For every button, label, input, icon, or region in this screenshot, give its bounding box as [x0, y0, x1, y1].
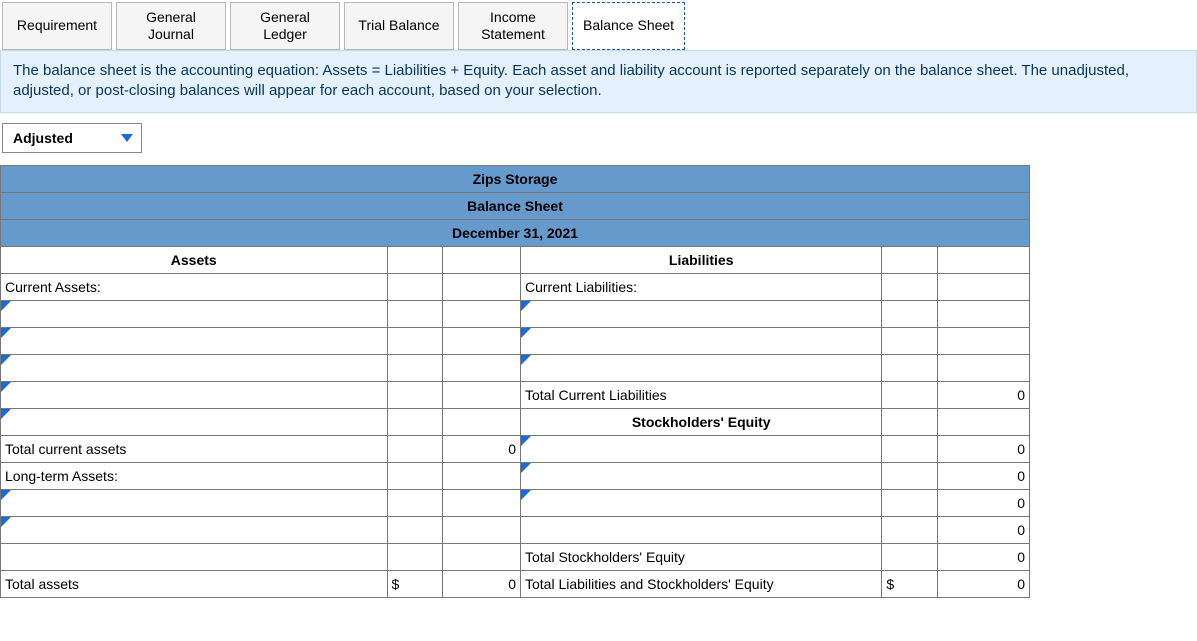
cell[interactable]: [442, 543, 520, 570]
cell[interactable]: [442, 273, 520, 300]
instruction-banner: The balance sheet is the accounting equa…: [0, 50, 1197, 113]
cell[interactable]: [882, 327, 937, 354]
asset-account-cell[interactable]: [1, 300, 388, 327]
cell[interactable]: [442, 327, 520, 354]
cell[interactable]: [937, 273, 1029, 300]
total-assets-value: 0: [442, 570, 520, 597]
total-assets-label: Total assets: [1, 570, 388, 597]
liability-account-cell[interactable]: [521, 300, 882, 327]
cell[interactable]: [387, 435, 442, 462]
cell[interactable]: [387, 408, 442, 435]
cell[interactable]: [882, 516, 937, 543]
cell[interactable]: [882, 435, 937, 462]
dropdown-selected: Adjusted: [13, 130, 73, 146]
cell[interactable]: [937, 300, 1029, 327]
se-account-cell[interactable]: [521, 489, 882, 516]
cell[interactable]: [882, 354, 937, 381]
sheet-company: Zips Storage: [1, 165, 1030, 192]
sheet-date: December 31, 2021: [1, 219, 1030, 246]
tab-label: Balance Sheet: [583, 17, 674, 35]
current-assets-label: Current Assets:: [1, 273, 388, 300]
total-se-label: Total Stockholders' Equity: [521, 543, 882, 570]
se-value: 0: [937, 462, 1029, 489]
currency-symbol: $: [387, 570, 442, 597]
total-current-liabilities-value: 0: [937, 381, 1029, 408]
cell[interactable]: [882, 273, 937, 300]
balance-sheet-table: Zips Storage Balance Sheet December 31, …: [0, 165, 1030, 598]
asset-account-cell[interactable]: [1, 327, 388, 354]
total-current-liabilities-label: Total Current Liabilities: [521, 381, 882, 408]
spacer: [387, 246, 442, 273]
tab-label: General Ledger: [260, 9, 310, 44]
cell[interactable]: [521, 516, 882, 543]
cell[interactable]: [387, 489, 442, 516]
se-value: 0: [937, 516, 1029, 543]
sheet-title: Balance Sheet: [1, 192, 1030, 219]
cell[interactable]: [387, 516, 442, 543]
cell[interactable]: [387, 543, 442, 570]
cell[interactable]: [442, 408, 520, 435]
spacer: [937, 246, 1029, 273]
chevron-down-icon: [121, 134, 133, 142]
cell[interactable]: [387, 327, 442, 354]
assets-heading: Assets: [1, 246, 388, 273]
asset-account-cell[interactable]: [1, 354, 388, 381]
se-value: 0: [937, 435, 1029, 462]
total-liab-se-label: Total Liabilities and Stockholders' Equi…: [521, 570, 882, 597]
cell[interactable]: [1, 543, 388, 570]
cell[interactable]: [442, 489, 520, 516]
cell[interactable]: [387, 354, 442, 381]
se-value: 0: [937, 489, 1029, 516]
total-current-assets-label: Total current assets: [1, 435, 388, 462]
spacer: [882, 246, 937, 273]
asset-account-cell[interactable]: [1, 381, 388, 408]
total-current-assets-value: 0: [442, 435, 520, 462]
cell[interactable]: [387, 381, 442, 408]
cell[interactable]: [387, 273, 442, 300]
cell[interactable]: [442, 300, 520, 327]
cell[interactable]: [442, 381, 520, 408]
tab-general-ledger[interactable]: General Ledger: [230, 2, 340, 50]
total-se-value: 0: [937, 543, 1029, 570]
cell[interactable]: [882, 462, 937, 489]
tab-label: Income Statement: [481, 9, 545, 44]
tab-general-journal[interactable]: General Journal: [116, 2, 226, 50]
tab-label: General Journal: [146, 9, 196, 44]
asset-account-cell[interactable]: [1, 516, 388, 543]
cell[interactable]: [937, 408, 1029, 435]
cell[interactable]: [882, 408, 937, 435]
cell[interactable]: [882, 381, 937, 408]
cell[interactable]: [882, 300, 937, 327]
tab-trial-balance[interactable]: Trial Balance: [344, 2, 454, 50]
liability-account-cell[interactable]: [521, 354, 882, 381]
asset-account-cell[interactable]: [1, 408, 388, 435]
cell[interactable]: [442, 354, 520, 381]
tab-balance-sheet[interactable]: Balance Sheet: [572, 2, 685, 50]
cell[interactable]: [882, 489, 937, 516]
cell[interactable]: [442, 516, 520, 543]
cell[interactable]: [937, 354, 1029, 381]
cell[interactable]: [937, 327, 1029, 354]
currency-symbol: $: [882, 570, 937, 597]
asset-account-cell[interactable]: [1, 489, 388, 516]
liabilities-heading: Liabilities: [521, 246, 882, 273]
tab-label: Trial Balance: [358, 17, 439, 35]
total-liab-se-value: 0: [937, 570, 1029, 597]
stockholders-equity-heading: Stockholders' Equity: [521, 408, 882, 435]
balance-type-dropdown[interactable]: Adjusted: [2, 123, 142, 153]
cell[interactable]: [387, 462, 442, 489]
cell[interactable]: [442, 462, 520, 489]
tab-requirement[interactable]: Requirement: [2, 2, 112, 50]
tab-label: Requirement: [17, 17, 97, 35]
cell[interactable]: [387, 300, 442, 327]
tab-income-statement[interactable]: Income Statement: [458, 2, 568, 50]
longterm-assets-label: Long-term Assets:: [1, 462, 388, 489]
current-liabilities-label: Current Liabilities:: [521, 273, 882, 300]
spacer: [442, 246, 520, 273]
se-account-cell[interactable]: [521, 462, 882, 489]
cell[interactable]: [882, 543, 937, 570]
tab-bar: Requirement General Journal General Ledg…: [0, 0, 1197, 50]
liability-account-cell[interactable]: [521, 327, 882, 354]
se-account-cell[interactable]: [521, 435, 882, 462]
